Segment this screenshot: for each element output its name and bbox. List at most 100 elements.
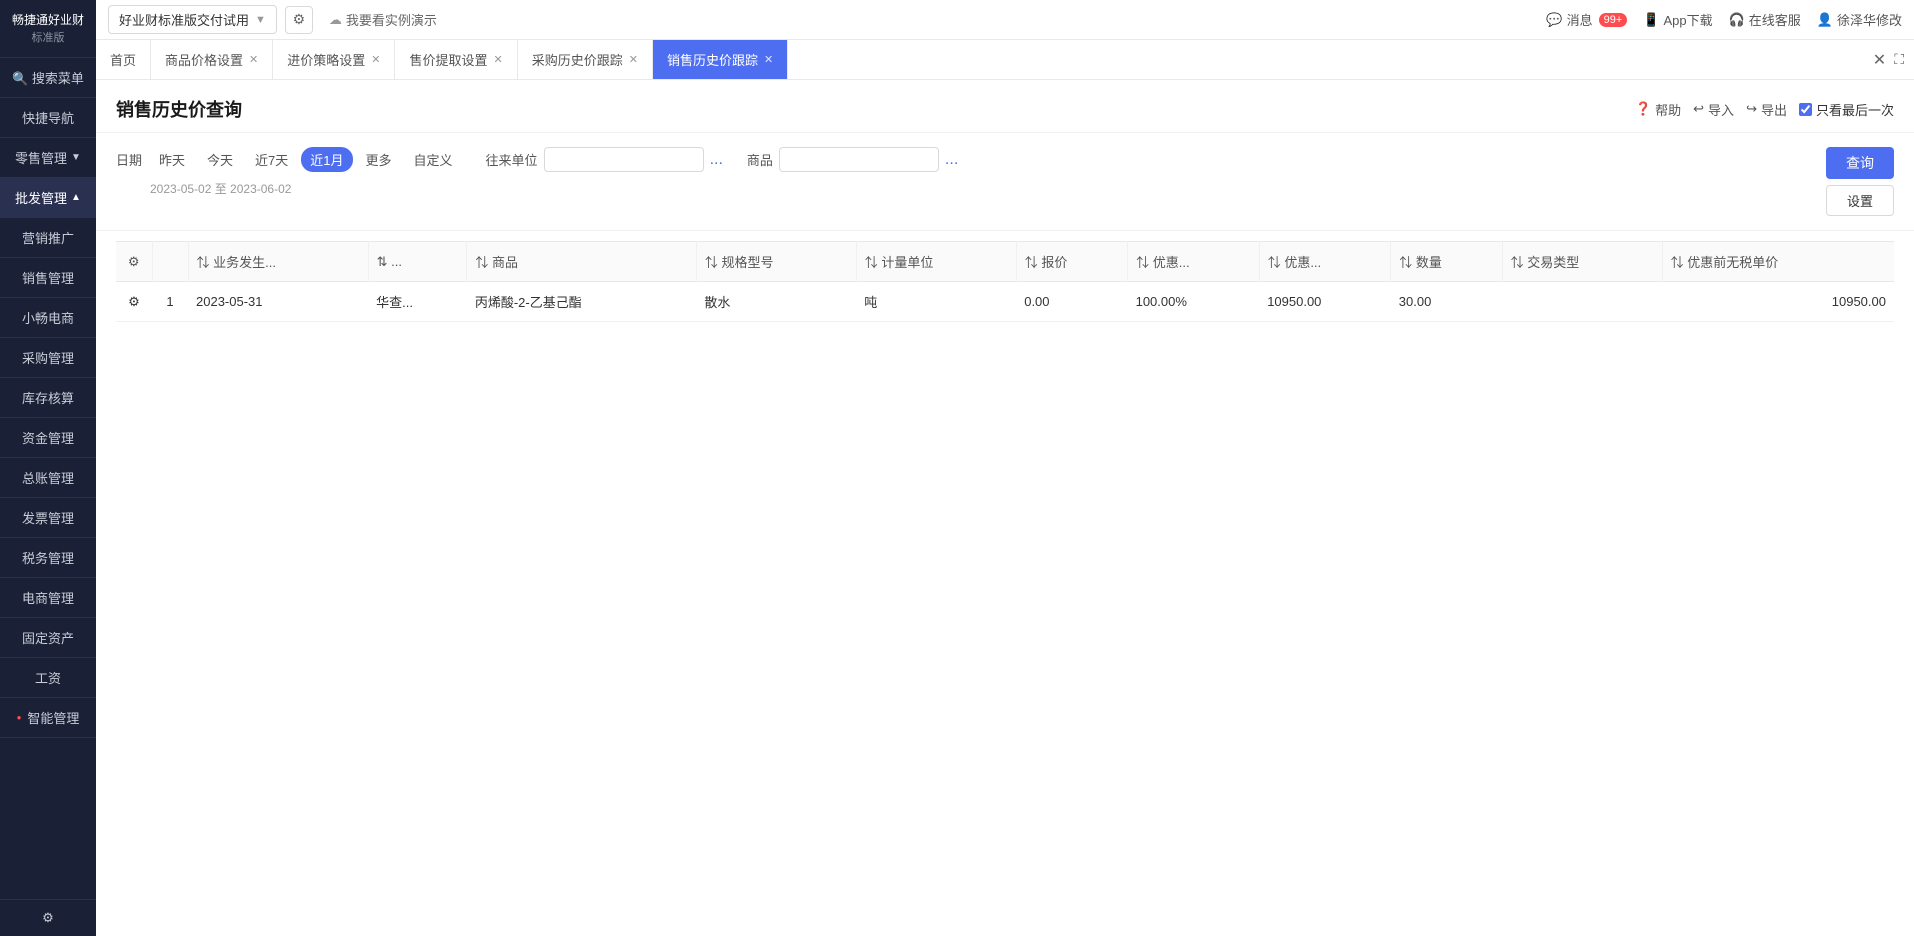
logo-text: 畅捷通好业财 [8, 12, 88, 29]
row-gear[interactable]: ⚙ [116, 282, 152, 322]
settings-button[interactable]: 设置 [1826, 185, 1894, 216]
messages-button[interactable]: 💬 消息 99+ [1546, 10, 1627, 29]
sidebar-item-retail[interactable]: 零售管理 ▼ [0, 138, 96, 178]
gear-button[interactable]: ⚙ [285, 6, 313, 34]
tab-purchase-strategy[interactable]: 进价策略设置 ✕ [273, 40, 395, 80]
import-label: 导入 [1708, 100, 1734, 119]
sort-icon: ⇅ [1136, 255, 1149, 270]
col-price[interactable]: ⇅ 报价 [1016, 242, 1127, 282]
import-icon: ↩ [1693, 101, 1704, 117]
col-spec[interactable]: ⇅ 规格型号 [696, 242, 856, 282]
col-gear[interactable]: ⚙ [116, 242, 152, 282]
row-pretax-price: 10950.00 [1662, 282, 1894, 322]
user-menu[interactable]: 👤 徐泽华修改 [1817, 10, 1902, 29]
source-dots[interactable]: ... [710, 151, 723, 169]
row-price: 0.00 [1016, 282, 1127, 322]
product-input[interactable] [779, 147, 939, 172]
sort-icon: ⇅ [1025, 255, 1038, 270]
download-icon: 📱 [1643, 12, 1659, 28]
close-icon[interactable]: ✕ [764, 53, 773, 66]
demo-link[interactable]: ☁ 我要看实例演示 [329, 10, 437, 29]
close-window-icon[interactable]: ✕ [1873, 50, 1886, 70]
tab-sale-history[interactable]: 销售历史价跟踪 ✕ [653, 40, 788, 80]
col-pretax-price[interactable]: ⇅ 优惠前无税单价 [1662, 242, 1894, 282]
date-today[interactable]: 今天 [198, 147, 242, 172]
filter-actions: 查询 设置 [1826, 147, 1894, 216]
col-qty[interactable]: ⇅ 数量 [1391, 242, 1502, 282]
col-more[interactable]: ⇅ ... [368, 242, 467, 282]
source-filter-label: 往来单位 [486, 150, 538, 169]
tabbar: 首页 商品价格设置 ✕ 进价策略设置 ✕ 售价提取设置 ✕ 采购历史价跟踪 ✕ … [96, 40, 1914, 80]
sidebar-item-salary[interactable]: 工资 [0, 658, 96, 698]
last-only-checkbox[interactable] [1799, 103, 1812, 116]
last-only-checkbox-label[interactable]: 只看最后一次 [1799, 100, 1894, 119]
table-header-row: ⚙ ⇅ 业务发生... ⇅ ... ⇅ 商品 [116, 242, 1894, 282]
col-unit[interactable]: ⇅ 计量单位 [856, 242, 1016, 282]
sidebar-item-tax[interactable]: 税务管理 [0, 538, 96, 578]
sidebar-item-assets[interactable]: 固定资产 [0, 618, 96, 658]
sidebar-item-ecom[interactable]: 电商管理 [0, 578, 96, 618]
tab-home[interactable]: 首页 [96, 40, 151, 80]
sidebar-item-label: 销售管理 [22, 268, 74, 287]
close-icon[interactable]: ✕ [629, 53, 638, 66]
sidebar-settings[interactable]: ⚙ [0, 899, 96, 936]
version-select[interactable]: 好业财标准版交付试用 ▼ [108, 5, 277, 34]
sidebar-item-sales[interactable]: 销售管理 [0, 258, 96, 298]
close-icon[interactable]: ✕ [494, 53, 503, 66]
date-yesterday[interactable]: 昨天 [150, 147, 194, 172]
date-last1m[interactable]: 近1月 [301, 147, 352, 172]
online-service-button[interactable]: 🎧 在线客服 [1729, 10, 1801, 29]
sidebar-item-label: 采购管理 [22, 348, 74, 367]
tab-price-settings[interactable]: 商品价格设置 ✕ [151, 40, 273, 80]
sidebar-item-wholesale[interactable]: 批发管理 ▲ [0, 178, 96, 218]
sidebar-item-finance[interactable]: 资金管理 [0, 418, 96, 458]
online-service-label: 在线客服 [1749, 10, 1801, 29]
user-icon: 👤 [1817, 12, 1833, 28]
sidebar-item-intelligent[interactable]: ● 智能管理 [0, 698, 96, 738]
row-spec: 散水 [696, 282, 856, 322]
date-last7[interactable]: 近7天 [246, 147, 297, 172]
sidebar-item-label: 快捷导航 [22, 108, 74, 127]
source-input[interactable] [544, 147, 704, 172]
sidebar-item-label: 小畅电商 [22, 308, 74, 327]
col-tx-type[interactable]: ⇅ 交易类型 [1502, 242, 1662, 282]
col-discount2[interactable]: ⇅ 优惠... [1259, 242, 1391, 282]
sidebar-item-invoice[interactable]: 发票管理 [0, 498, 96, 538]
date-more[interactable]: 更多 [357, 147, 401, 172]
tab-purchase-history[interactable]: 采购历史价跟踪 ✕ [518, 40, 653, 80]
product-dots[interactable]: ... [945, 151, 958, 169]
help-button[interactable]: ❓ 帮助 [1635, 100, 1681, 119]
sidebar-logo: 畅捷通好业财 标准版 [0, 0, 96, 58]
sidebar-search[interactable]: 🔍 搜索菜单 [0, 58, 96, 98]
sidebar-item-general-ledger[interactable]: 总账管理 [0, 458, 96, 498]
close-icon[interactable]: ✕ [249, 53, 258, 66]
tab-label: 首页 [110, 50, 136, 69]
chevron-up-icon: ▲ [71, 192, 81, 203]
sidebar-item-purchase[interactable]: 采购管理 [0, 338, 96, 378]
date-custom[interactable]: 自定义 [405, 147, 462, 172]
col-discount1[interactable]: ⇅ 优惠... [1128, 242, 1260, 282]
col-biz-date[interactable]: ⇅ 业务发生... [188, 242, 368, 282]
sort-icon: ⇅ [475, 255, 488, 270]
messages-badge: 99+ [1599, 13, 1628, 27]
sort-icon: ⇅ [197, 255, 210, 270]
sidebar-item-quick-nav[interactable]: 快捷导航 [0, 98, 96, 138]
app-download-button[interactable]: 📱 App下载 [1643, 10, 1712, 29]
sidebar-item-label: 电商管理 [22, 588, 74, 607]
import-button[interactable]: ↩ 导入 [1693, 100, 1734, 119]
export-button[interactable]: ↪ 导出 [1746, 100, 1787, 119]
sidebar-item-inventory[interactable]: 库存核算 [0, 378, 96, 418]
logo-sub: 标准版 [8, 29, 88, 45]
sort-icon: ⇅ [865, 255, 878, 270]
date-buttons: 昨天 今天 近7天 近1月 更多 自定义 [150, 147, 462, 172]
col-product[interactable]: ⇅ 商品 [467, 242, 697, 282]
close-icon[interactable]: ✕ [371, 53, 380, 66]
maximize-icon[interactable]: ⛶ [1894, 51, 1904, 68]
tab-sale-extract[interactable]: 售价提取设置 ✕ [395, 40, 517, 80]
sidebar-item-ecom-small[interactable]: 小畅电商 [0, 298, 96, 338]
product-filter-label: 商品 [747, 150, 773, 169]
page-content: 销售历史价查询 ❓ 帮助 ↩ 导入 ↪ 导出 只看最后一次 [96, 80, 1914, 936]
query-button[interactable]: 查询 [1826, 147, 1894, 179]
sidebar-item-marketing[interactable]: 营销推广 [0, 218, 96, 258]
sidebar-item-label: 智能管理 [27, 708, 79, 727]
